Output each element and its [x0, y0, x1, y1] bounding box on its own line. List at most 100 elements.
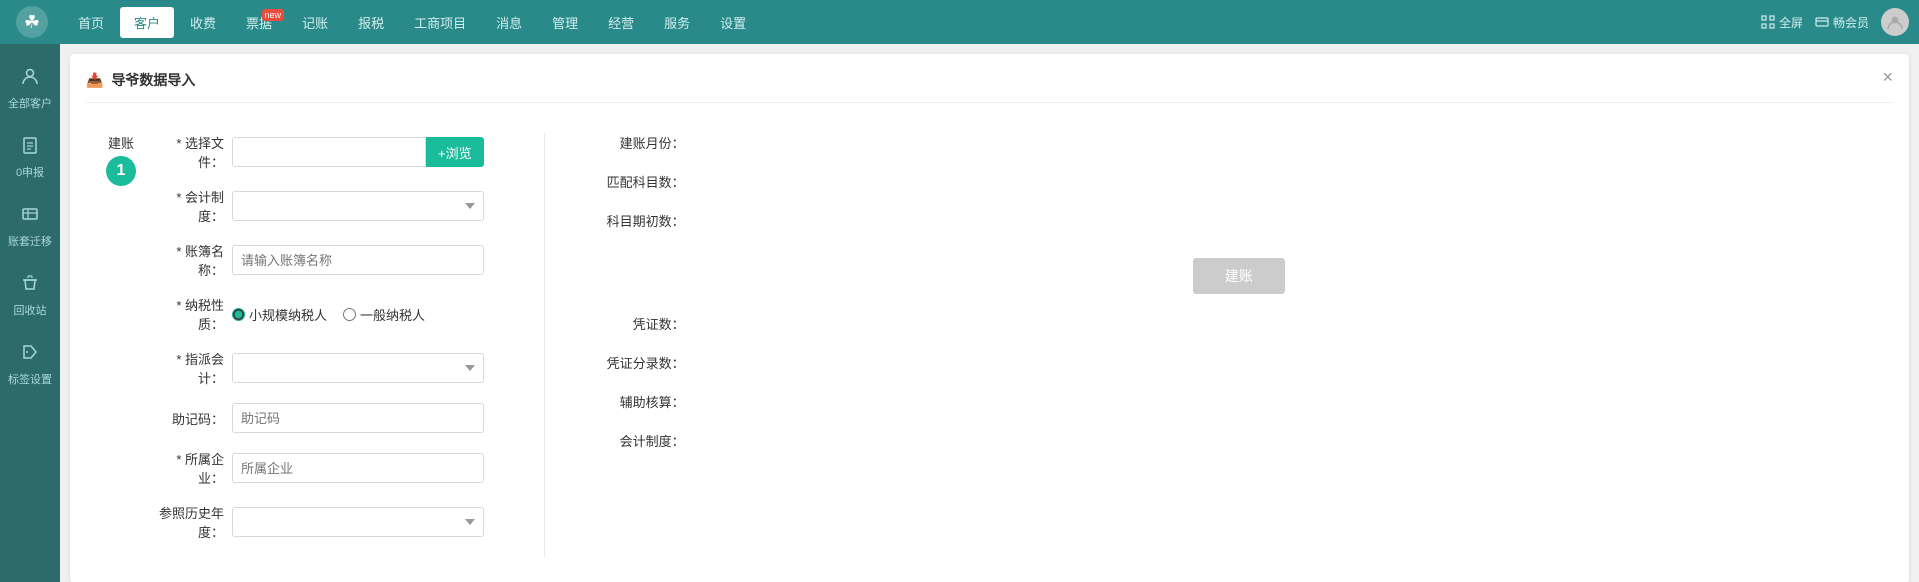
- nav-message[interactable]: 消息: [482, 7, 536, 38]
- fullscreen-btn[interactable]: 全屏: [1761, 14, 1803, 31]
- file-label: * 选择文件：: [152, 133, 224, 171]
- nav-service[interactable]: 服务: [650, 7, 704, 38]
- radio-small-input[interactable]: [232, 308, 245, 321]
- panel-title: 导爷数据导入: [111, 70, 195, 90]
- sidebar-item-declaration[interactable]: 0申报: [0, 123, 60, 192]
- sidebar: 全部客户 0申报 账套迁移: [0, 44, 60, 582]
- voucher-label: 凭证数：: [605, 314, 685, 333]
- voucher-entries-label: 凭证分录数：: [605, 353, 685, 372]
- right-info-panel: 建账月份： 匹配科目数： 科目期初数： 建账: [605, 133, 1873, 557]
- build-account-button[interactable]: 建账: [1193, 258, 1285, 294]
- membership-btn[interactable]: 畅会员: [1815, 14, 1869, 31]
- tax-type-label: * 纳税性质：: [152, 295, 224, 333]
- accounting-system-row: * 会计制度：: [152, 187, 484, 225]
- memo-row: 助记码：: [152, 403, 484, 433]
- sidebar-item-all-customers[interactable]: 全部客户: [0, 54, 60, 123]
- user-avatar[interactable]: [1881, 8, 1909, 36]
- sidebar-label-declaration: 0申报: [16, 164, 44, 180]
- radio-small-label: 小规模纳税人: [249, 305, 327, 324]
- radio-general-label: 一般纳税人: [360, 305, 425, 324]
- nav-home[interactable]: 首页: [64, 7, 118, 38]
- vertical-divider: [544, 133, 545, 557]
- voucher-entries-row: 凭证分录数：: [605, 353, 1873, 372]
- declaration-icon: [20, 135, 40, 160]
- import-icon: 📥: [86, 72, 103, 89]
- ledger-name-label: * 账簿名称：: [152, 241, 224, 279]
- nav-tax[interactable]: 报税: [344, 7, 398, 38]
- build-month-label: 建账月份：: [605, 133, 685, 152]
- accountant-select[interactable]: [232, 353, 484, 383]
- step-circle: 1: [106, 156, 136, 186]
- company-label: * 所属企业：: [152, 449, 224, 487]
- migration-icon: [20, 204, 40, 229]
- sidebar-label-recycle: 回收站: [14, 302, 47, 318]
- top-navigation: ☘ 首页 客户 收费 票据 new 记账 报税 工商项目 消息 管理 经营 服务…: [0, 0, 1919, 44]
- recycle-icon: [20, 273, 40, 298]
- build-month-row: 建账月份：: [605, 133, 1873, 152]
- accountant-row: * 指派会计：: [152, 349, 484, 387]
- nav-settings[interactable]: 设置: [706, 7, 760, 38]
- sidebar-label-all-customers: 全部客户: [8, 95, 52, 111]
- sidebar-item-recycle[interactable]: 回收站: [0, 261, 60, 330]
- step-section: 建账 1 * 选择文件： +浏览: [106, 133, 484, 557]
- radio-general-input[interactable]: [343, 308, 356, 321]
- form-layout: 建账 1 * 选择文件： +浏览: [86, 123, 1893, 567]
- match-subject-row: 匹配科目数：: [605, 172, 1873, 191]
- accountant-label: * 指派会计：: [152, 349, 224, 387]
- subject-init-label: 科目期初数：: [605, 211, 685, 230]
- close-button[interactable]: ×: [1882, 68, 1893, 86]
- step-text: 建账: [108, 133, 134, 152]
- company-row: * 所属企业：: [152, 449, 484, 487]
- nav-invoice[interactable]: 票据 new: [232, 7, 286, 38]
- match-subject-label: 匹配科目数：: [605, 172, 685, 191]
- history-year-row: 参照历史年度：: [152, 503, 484, 541]
- fullscreen-icon: [1761, 15, 1775, 29]
- step-form: * 选择文件： +浏览 * 会计制度：: [152, 133, 484, 557]
- main-layout: 全部客户 0申报 账套迁移: [0, 44, 1919, 582]
- sidebar-item-migration[interactable]: 账套迁移: [0, 192, 60, 261]
- radio-small-taxpayer[interactable]: 小规模纳税人: [232, 305, 327, 324]
- company-input[interactable]: [232, 453, 484, 483]
- accounting-system-label: * 会计制度：: [152, 187, 224, 225]
- nav-items: 首页 客户 收费 票据 new 记账 报税 工商项目 消息 管理 经营 服务 设…: [64, 7, 1761, 38]
- import-panel: 📥 导爷数据导入 × 建账 1 * 选择文件：: [70, 54, 1909, 582]
- tax-type-row: * 纳税性质： 小规模纳税人 一般纳税人: [152, 295, 484, 333]
- nav-bookkeeping[interactable]: 记账: [288, 7, 342, 38]
- file-row: * 选择文件： +浏览: [152, 133, 484, 171]
- new-badge: new: [262, 9, 285, 21]
- file-input-group: +浏览: [232, 137, 484, 167]
- tags-icon: [20, 342, 40, 367]
- accounting-system-select[interactable]: [232, 191, 484, 221]
- ledger-name-input[interactable]: [232, 245, 484, 275]
- nav-operation[interactable]: 经营: [594, 7, 648, 38]
- history-year-label: 参照历史年度：: [152, 503, 224, 541]
- nav-business[interactable]: 工商项目: [400, 7, 480, 38]
- history-year-select[interactable]: [232, 507, 484, 537]
- membership-icon: [1815, 15, 1829, 29]
- aux-account-label: 辅助核算：: [605, 392, 685, 411]
- nav-right: 全屏 畅会员: [1761, 8, 1909, 36]
- all-customers-icon: [20, 66, 40, 91]
- radio-general-taxpayer[interactable]: 一般纳税人: [343, 305, 425, 324]
- tax-type-radio-group: 小规模纳税人 一般纳税人: [232, 305, 484, 324]
- panel-header: 📥 导爷数据导入 ×: [86, 70, 1893, 103]
- browse-button[interactable]: +浏览: [426, 137, 484, 167]
- memo-input[interactable]: [232, 403, 484, 433]
- avatar-icon: [1886, 13, 1904, 31]
- sidebar-label-tags: 标签设置: [8, 371, 52, 387]
- nav-fee[interactable]: 收费: [176, 7, 230, 38]
- nav-customer[interactable]: 客户: [120, 7, 174, 38]
- memo-label: 助记码：: [152, 409, 224, 428]
- voucher-row: 凭证数：: [605, 314, 1873, 333]
- ledger-name-row: * 账簿名称：: [152, 241, 484, 279]
- step-label: 建账 1: [106, 133, 136, 186]
- main-content: 📥 导爷数据导入 × 建账 1 * 选择文件：: [60, 44, 1919, 582]
- aux-account-row: 辅助核算：: [605, 392, 1873, 411]
- file-input[interactable]: [232, 137, 426, 167]
- logo-icon: ☘: [16, 6, 48, 38]
- sidebar-item-tags[interactable]: 标签设置: [0, 330, 60, 399]
- sidebar-label-migration: 账套迁移: [8, 233, 52, 249]
- nav-manage[interactable]: 管理: [538, 7, 592, 38]
- right-accounting-system-label: 会计制度：: [605, 431, 685, 450]
- logo: ☘: [10, 0, 54, 44]
